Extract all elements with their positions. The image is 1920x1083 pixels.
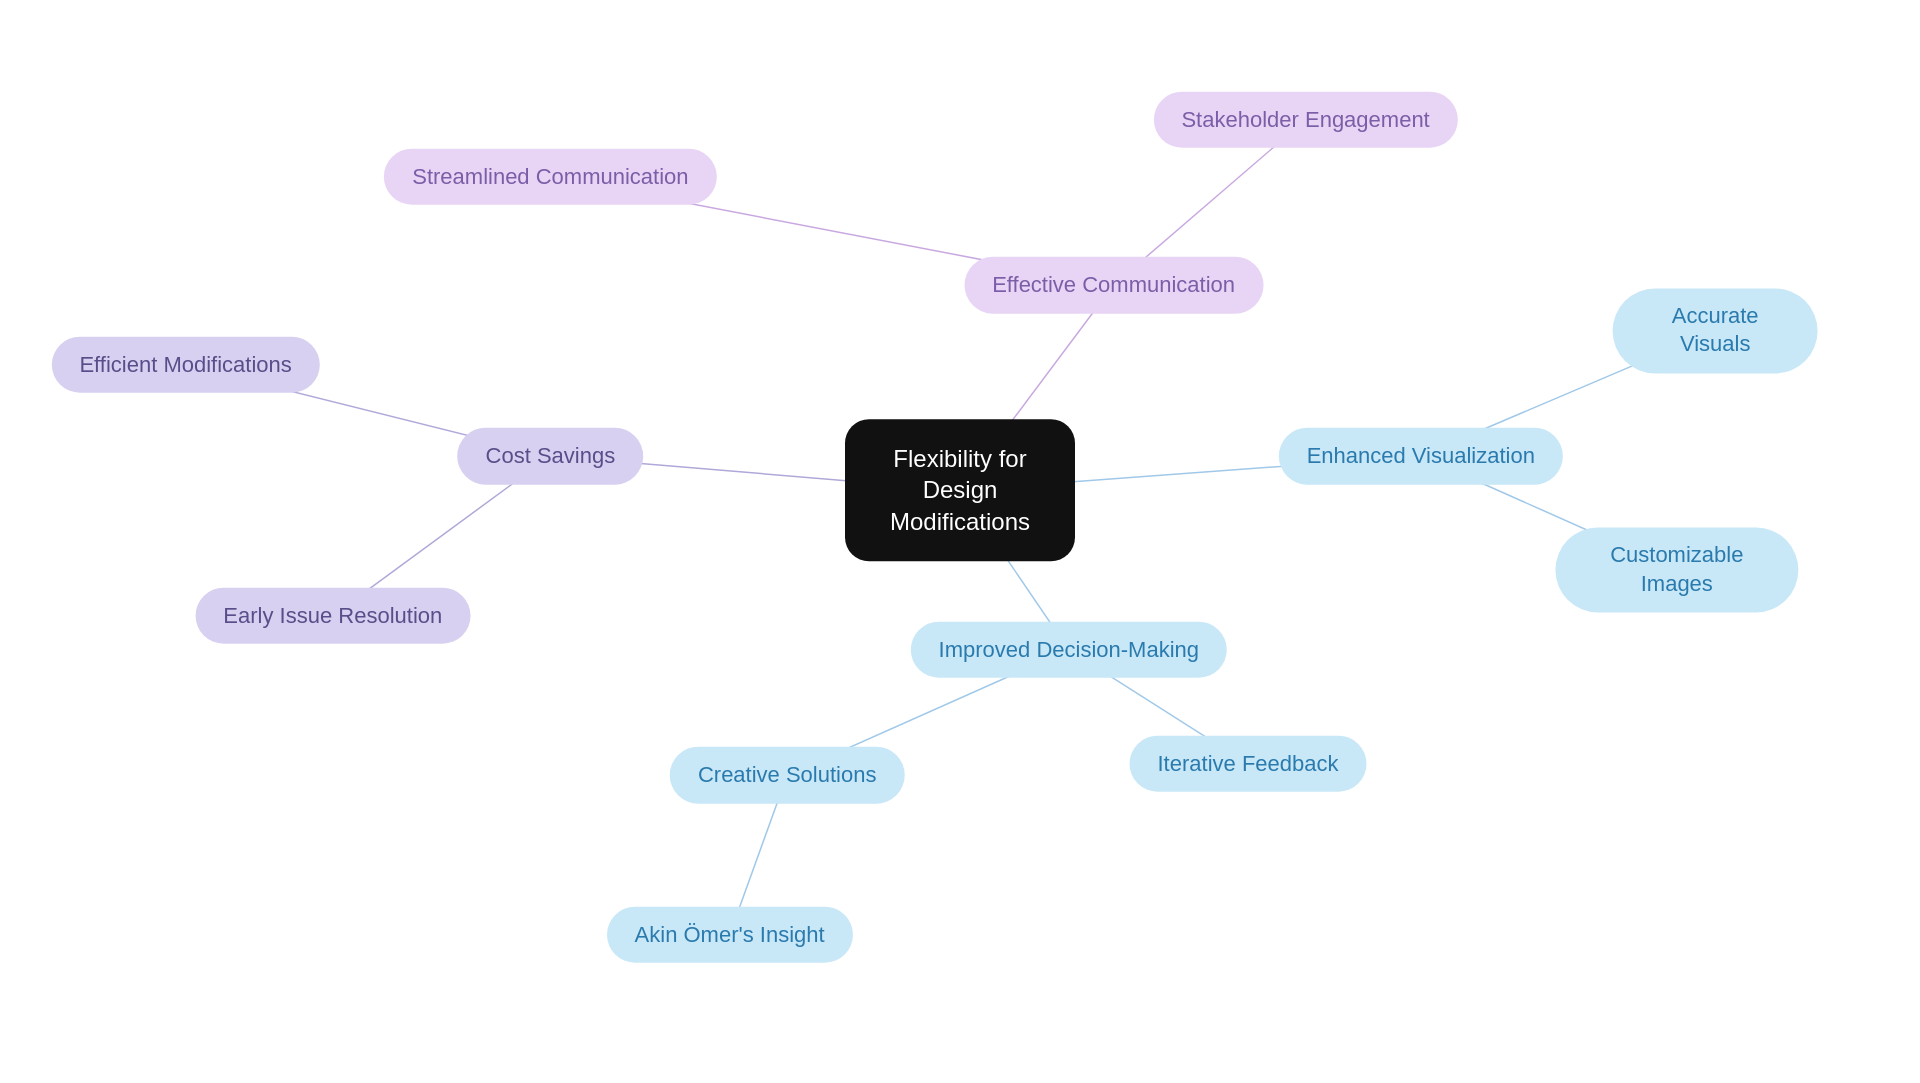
node-efficientModifications[interactable]: Efficient Modifications — [51, 337, 319, 394]
mind-map: Flexibility for Design Modifications Effe… — [0, 0, 1920, 1083]
node-akinInsight[interactable]: Akin Ömer's Insight — [607, 907, 853, 964]
node-stakeholderEngagement[interactable]: Stakeholder Engagement — [1153, 91, 1457, 148]
node-iterativeFeedback[interactable]: Iterative Feedback — [1130, 736, 1367, 793]
node-center[interactable]: Flexibility for Design Modifications — [845, 419, 1075, 561]
node-streamlinedCommunication[interactable]: Streamlined Communication — [384, 148, 716, 205]
node-costSavings[interactable]: Cost Savings — [458, 428, 644, 485]
node-earlyIssueResolution[interactable]: Early Issue Resolution — [195, 587, 470, 644]
node-enhancedVisualization[interactable]: Enhanced Visualization — [1279, 428, 1563, 485]
node-creativeSolutions[interactable]: Creative Solutions — [670, 747, 905, 804]
node-customizableImages[interactable]: Customizable Images — [1555, 527, 1798, 612]
node-effectiveCommunication[interactable]: Effective Communication — [964, 257, 1263, 314]
node-accurateVisuals[interactable]: Accurate Visuals — [1613, 288, 1818, 373]
node-improvedDecisionMaking[interactable]: Improved Decision-Making — [911, 622, 1227, 679]
